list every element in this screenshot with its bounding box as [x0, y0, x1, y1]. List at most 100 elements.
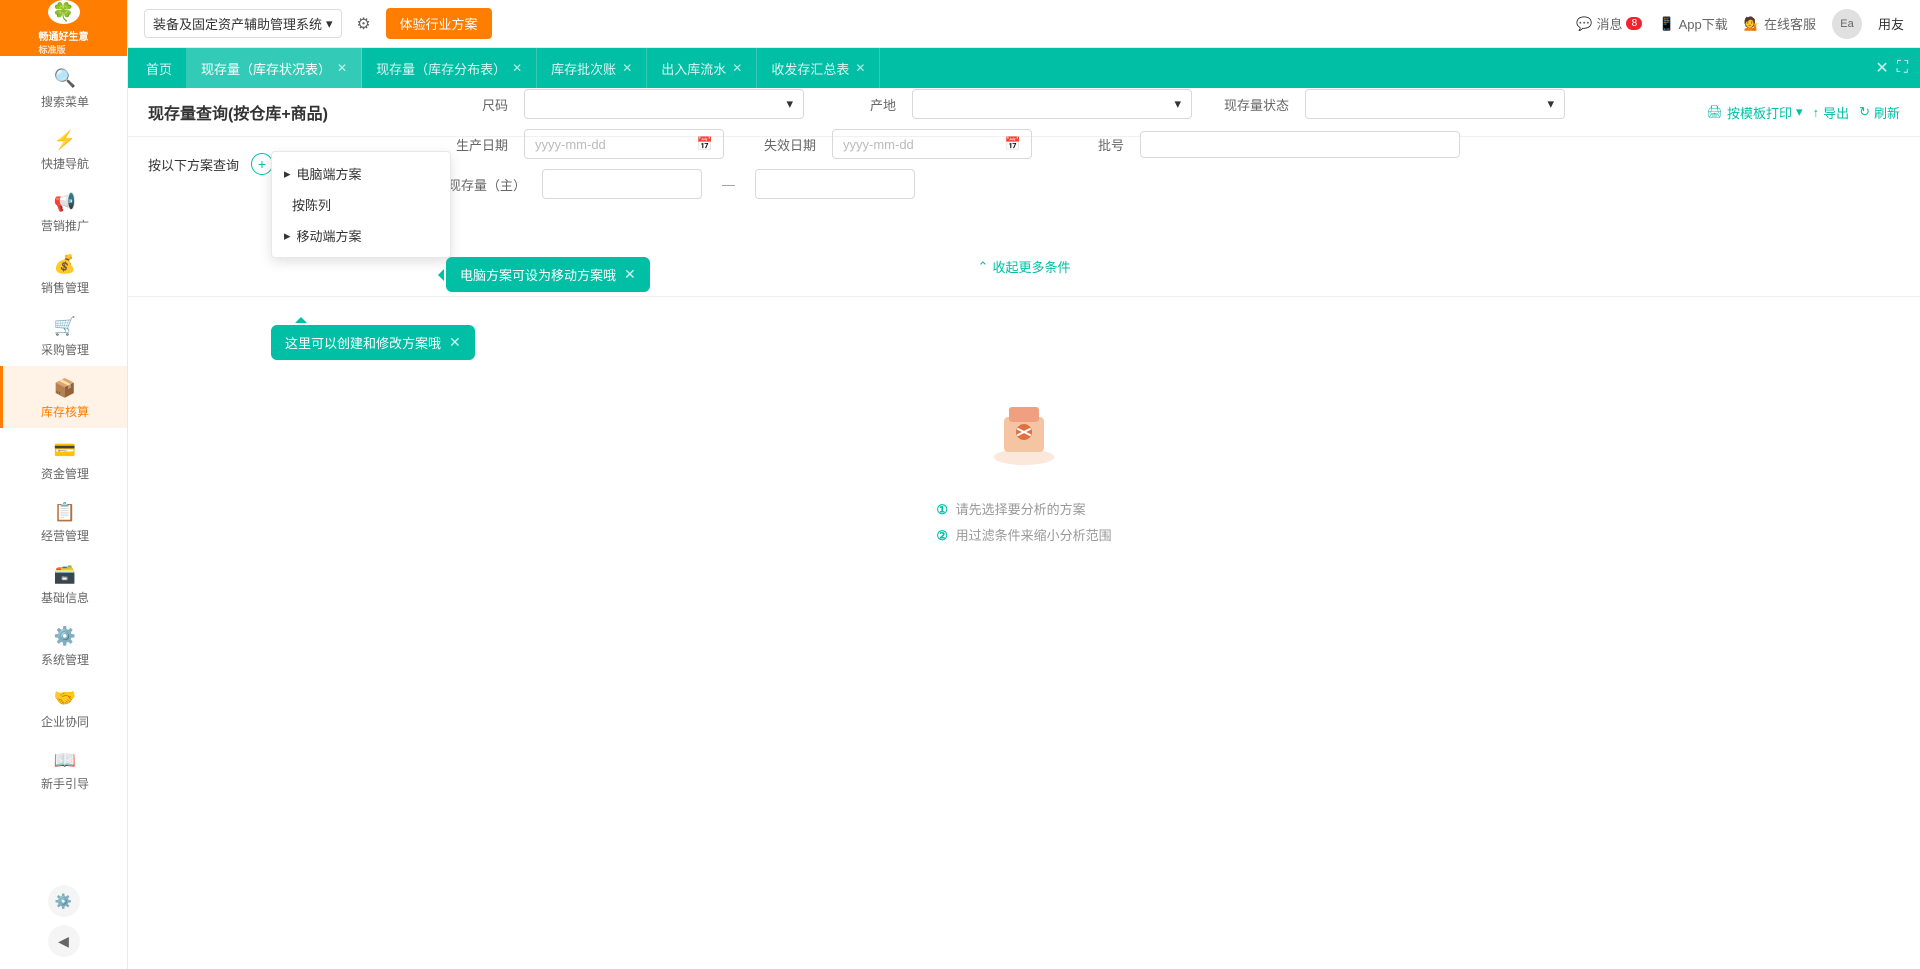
sidebar-item-marketing[interactable]: 📢 营销推广 [0, 180, 127, 242]
filter-area: 按以下方案查询 + ↻ ← 电脑方案可设为移动方案哦 ✕ [128, 137, 1920, 297]
message-icon: 💬 [1576, 16, 1592, 32]
collapse-arrow-icon: ⌃ [978, 259, 989, 275]
basic-info-icon: 🗃️ [54, 564, 76, 585]
close-all-tabs-icon[interactable]: ✕ [1875, 58, 1888, 78]
close-tab-receive[interactable]: ✕ [855, 62, 865, 74]
message-action[interactable]: 💬 消息 8 [1576, 14, 1642, 33]
prod-date-input[interactable]: yyyy-mm-dd 📅 [524, 129, 724, 159]
filter-fields: 仓库 ... ⋯ 商品 ... ⋯ 颜色 ▾ [448, 88, 1900, 199]
support-icon: 💁 [1744, 16, 1760, 32]
page-title: 现存量查询(按仓库+商品) [148, 100, 328, 124]
filter-row-3: 生产日期 yyyy-mm-dd 📅 失效日期 yyyy-mm-dd 📅 批号 [448, 129, 1900, 159]
sidebar-item-system[interactable]: ⚙️ 系统管理 [0, 614, 127, 676]
sidebar-footer: ⚙️ ◀ [0, 873, 127, 969]
sidebar-item-purchase[interactable]: 🛒 采购管理 [0, 304, 127, 366]
scheme-tooltip2: 这里可以创建和修改方案哦 ✕ [271, 325, 475, 360]
phone-icon: 📱 [1658, 16, 1674, 32]
inventory-max-input[interactable] [755, 169, 915, 199]
expire-date-input[interactable]: yyyy-mm-dd 📅 [832, 129, 1032, 159]
main-content: 装备及固定资产辅助管理系统 ▾ ⚙ 体验行业方案 💬 消息 8 📱 App下载 … [128, 0, 1920, 969]
scheme-arrow-right-icon2: ▸ [284, 228, 291, 244]
stock-status-select[interactable]: ▾ [1305, 89, 1565, 119]
sidebar-settings-btn[interactable]: ⚙️ [48, 885, 80, 917]
dropdown-arrow-icon: ▾ [326, 16, 333, 32]
fullscreen-icon[interactable]: ⛶ [1897, 59, 1908, 77]
origin-select[interactable]: ▾ [912, 89, 1192, 119]
batch-input[interactable] [1140, 131, 1460, 158]
tab-batch-account[interactable]: 库存批次账 ✕ [537, 48, 647, 88]
scheme-item-desktop[interactable]: ▸ 电脑端方案 [272, 158, 450, 189]
inventory-label: 现存量（主） [448, 175, 526, 194]
sidebar-item-guide[interactable]: 📖 新手引导 [0, 738, 127, 800]
tab-home[interactable]: 首页 [132, 48, 187, 88]
system-icon: ⚙️ [54, 626, 76, 647]
inventory-min-input[interactable] [542, 169, 702, 199]
header: 装备及固定资产辅助管理系统 ▾ ⚙ 体验行业方案 💬 消息 8 📱 App下载 … [128, 0, 1920, 48]
sidebar-item-finance[interactable]: 💳 资金管理 [0, 428, 127, 490]
page-container: 现存量查询(按仓库+商品) 🖨 按模板打印 ▾ ↑ 导出 ↻ 刷新 [128, 88, 1920, 969]
trial-btn[interactable]: 体验行业方案 [386, 8, 492, 39]
sidebar-item-inventory[interactable]: 📦 库存核算 [0, 366, 127, 428]
tab-receive-summary[interactable]: 收发存汇总表 ✕ [757, 48, 880, 88]
sidebar: 🍀 畅通好生意 标准版 🔍 搜索菜单 ⚡ 快捷导航 📢 营销推广 💰 销售管理 … [0, 0, 128, 969]
enterprise-icon: 🤝 [54, 688, 76, 709]
prod-date-calendar-icon: 📅 [697, 136, 713, 152]
tab-inventory-status[interactable]: 现存量（库存状况表） ✕ [187, 48, 362, 88]
scheme-tooltip2-close[interactable]: ✕ [449, 334, 461, 351]
scheme-item-mobile[interactable]: ▸ 移动端方案 [272, 220, 450, 251]
quick-nav-icon: ⚡ [54, 130, 76, 151]
add-scheme-btn[interactable]: + [251, 153, 273, 175]
sidebar-item-basic-info[interactable]: 🗃️ 基础信息 [0, 552, 127, 614]
close-tab-inventory-dist[interactable]: ✕ [512, 62, 522, 74]
guide-icon: 📖 [54, 750, 76, 771]
sidebar-item-operations[interactable]: 📋 经营管理 [0, 490, 127, 552]
filter-row-4: 现存量（主） — [448, 169, 1900, 199]
origin-label: 产地 [836, 95, 896, 114]
scheme-tooltip: 电脑方案可设为移动方案哦 ✕ [446, 257, 650, 292]
header-right: 💬 消息 8 📱 App下载 💁 在线客服 Ea 用友 [1576, 9, 1904, 39]
sidebar-nav: 🔍 搜索菜单 ⚡ 快捷导航 📢 营销推广 💰 销售管理 🛒 采购管理 📦 库存核… [0, 56, 127, 873]
inventory-icon: 📦 [54, 378, 76, 399]
user-label[interactable]: 用友 [1878, 14, 1904, 33]
close-tab-batch[interactable]: ✕ [622, 62, 632, 74]
size-label: 尺码 [448, 95, 508, 114]
stock-status-dropdown-icon: ▾ [1547, 96, 1554, 112]
expire-date-label: 失效日期 [756, 135, 816, 154]
empty-tips: ① 请先选择要分析的方案 ② 用过滤条件来缩小分析范围 [936, 497, 1111, 549]
sidebar-item-quick-nav[interactable]: ⚡ 快捷导航 [0, 118, 127, 180]
empty-illustration [974, 377, 1074, 477]
app-download-action[interactable]: 📱 App下载 [1658, 14, 1727, 33]
tabs-bar: 首页 现存量（库存状况表） ✕ 现存量（库存分布表） ✕ 库存批次账 ✕ 出入库… [128, 48, 1920, 88]
scheme-list: ▸ 电脑端方案 按陈列 ▸ 移动端方案 [271, 151, 451, 258]
origin-dropdown-icon: ▾ [1174, 96, 1181, 112]
close-tab-inout[interactable]: ✕ [732, 62, 742, 74]
search-menu-icon: 🔍 [54, 68, 76, 89]
message-badge: 8 [1626, 17, 1642, 30]
sales-icon: 💰 [54, 254, 76, 275]
header-left: 装备及固定资产辅助管理系统 ▾ ⚙ 体验行业方案 [144, 8, 492, 39]
logo-icon: 🍀 [48, 0, 80, 24]
tab-inventory-dist[interactable]: 现存量（库存分布表） ✕ [362, 48, 537, 88]
header-gear-btn[interactable]: ⚙ [350, 10, 378, 38]
inventory-range-dash: — [722, 177, 735, 192]
purchase-icon: 🛒 [54, 316, 76, 337]
scheme-item-desktop-sub[interactable]: 按陈列 [272, 189, 450, 220]
user-avatar: Ea [1832, 9, 1862, 39]
sidebar-item-enterprise[interactable]: 🤝 企业协同 [0, 676, 127, 738]
batch-label: 批号 [1064, 135, 1124, 154]
sidebar-item-search-menu[interactable]: 🔍 搜索菜单 [0, 56, 127, 118]
tab-inout-flow[interactable]: 出入库流水 ✕ [647, 48, 757, 88]
content-area: 现存量查询(按仓库+商品) 🖨 按模板打印 ▾ ↑ 导出 ↻ 刷新 [128, 88, 1920, 969]
marketing-icon: 📢 [54, 192, 76, 213]
scheme-tooltip-close[interactable]: ✕ [624, 266, 636, 283]
size-select[interactable]: ▾ [524, 89, 804, 119]
filter-row-2: 尺码 ▾ 产地 ▾ 现存量状态 ▾ [448, 89, 1900, 119]
close-tab-inventory-status[interactable]: ✕ [337, 62, 347, 74]
operations-icon: 📋 [54, 502, 76, 523]
sidebar-item-sales[interactable]: 💰 销售管理 [0, 242, 127, 304]
size-dropdown-icon: ▾ [786, 96, 793, 112]
sidebar-collapse-btn[interactable]: ◀ [48, 925, 80, 957]
system-selector[interactable]: 装备及固定资产辅助管理系统 ▾ [144, 9, 342, 38]
stock-status-label: 现存量状态 [1224, 95, 1289, 114]
online-support-action[interactable]: 💁 在线客服 [1744, 14, 1816, 33]
